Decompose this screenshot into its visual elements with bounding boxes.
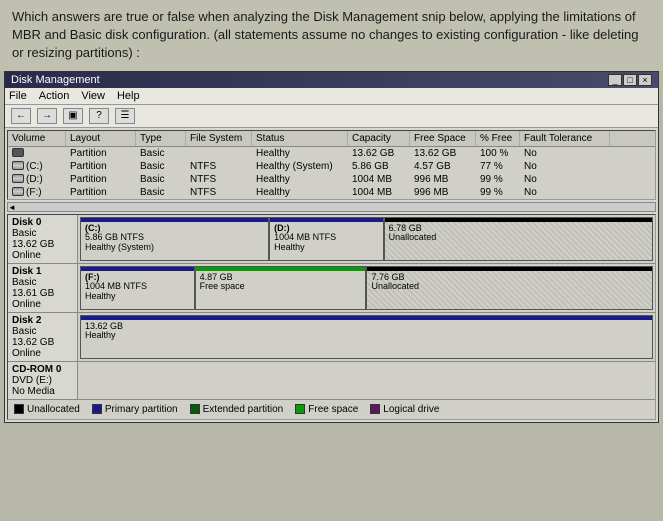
legend-primary: Primary partition	[105, 404, 178, 415]
col-filesystem[interactable]: File System	[186, 131, 252, 146]
minimize-button[interactable]: _	[608, 74, 622, 86]
disk-management-window: Disk Management _ □ × File Action View H…	[4, 71, 659, 423]
disk-label[interactable]: Disk 1Basic13.61 GBOnline	[8, 264, 78, 312]
disk-label[interactable]: Disk 0Basic13.62 GBOnline	[8, 215, 78, 263]
legend-extended-icon	[190, 404, 200, 414]
col-status[interactable]: Status	[252, 131, 348, 146]
volume-icon	[12, 187, 24, 196]
col-fault-tolerance[interactable]: Fault Tolerance	[520, 131, 610, 146]
partition[interactable]: (D:)1004 MB NTFSHealthy	[269, 217, 384, 261]
maximize-button[interactable]: □	[623, 74, 637, 86]
volume-row[interactable]: (F:)PartitionBasicNTFSHealthy1004 MB996 …	[8, 186, 655, 199]
col-volume[interactable]: Volume	[8, 131, 66, 146]
disk-map: (F:)1004 MB NTFSHealthy4.87 GBFree space…	[78, 264, 655, 312]
menubar: File Action View Help	[5, 88, 658, 105]
disk-row: Disk 2Basic13.62 GBOnline13.62 GBHealthy	[8, 313, 655, 362]
window-title: Disk Management	[11, 74, 100, 86]
menu-help[interactable]: Help	[117, 90, 140, 102]
legend-unallocated: Unallocated	[27, 404, 80, 415]
partition[interactable]: 13.62 GBHealthy	[80, 315, 653, 359]
toolbar: ← → ▣ ? ☰	[5, 105, 658, 128]
disk-row: Disk 0Basic13.62 GBOnline(C:)5.86 GB NTF…	[8, 215, 655, 264]
volume-row[interactable]: (C:)PartitionBasicNTFSHealthy (System)5.…	[8, 160, 655, 173]
volume-row[interactable]: (D:)PartitionBasicNTFSHealthy1004 MB996 …	[8, 173, 655, 186]
col-layout[interactable]: Layout	[66, 131, 136, 146]
back-button[interactable]: ←	[11, 108, 31, 124]
question-text: Which answers are true or false when ana…	[0, 0, 663, 71]
close-button[interactable]: ×	[638, 74, 652, 86]
toolbar-button-1[interactable]: ▣	[63, 108, 83, 124]
col-capacity[interactable]: Capacity	[348, 131, 410, 146]
volume-icon	[12, 148, 24, 157]
toolbar-button-2[interactable]: ?	[89, 108, 109, 124]
menu-file[interactable]: File	[9, 90, 27, 102]
partition[interactable]: (C:)5.86 GB NTFSHealthy (System)	[80, 217, 269, 261]
disk-label[interactable]: Disk 2Basic13.62 GBOnline	[8, 313, 78, 361]
legend-free-icon	[295, 404, 305, 414]
disk-label[interactable]: CD-ROM 0DVD (E:)No Media	[8, 362, 78, 399]
forward-button[interactable]: →	[37, 108, 57, 124]
volume-icon	[12, 174, 24, 183]
disk-row: CD-ROM 0DVD (E:)No Media	[8, 362, 655, 400]
horizontal-scrollbar[interactable]	[7, 202, 656, 212]
disk-graphical-view: Disk 0Basic13.62 GBOnline(C:)5.86 GB NTF…	[7, 214, 656, 420]
partition[interactable]: 4.87 GBFree space	[195, 266, 367, 310]
menu-view[interactable]: View	[81, 90, 105, 102]
legend-free: Free space	[308, 404, 358, 415]
col-percent-free[interactable]: % Free	[476, 131, 520, 146]
disk-map: (C:)5.86 GB NTFSHealthy (System)(D:)1004…	[78, 215, 655, 263]
disk-map: 13.62 GBHealthy	[78, 313, 655, 361]
col-type[interactable]: Type	[136, 131, 186, 146]
partition[interactable]: (F:)1004 MB NTFSHealthy	[80, 266, 195, 310]
partition[interactable]: 6.78 GBUnallocated	[384, 217, 653, 261]
volume-list: Volume Layout Type File System Status Ca…	[7, 130, 656, 200]
volume-icon	[12, 161, 24, 170]
legend: Unallocated Primary partition Extended p…	[8, 400, 655, 419]
col-free-space[interactable]: Free Space	[410, 131, 476, 146]
volume-list-header: Volume Layout Type File System Status Ca…	[8, 131, 655, 147]
toolbar-button-3[interactable]: ☰	[115, 108, 135, 124]
legend-logical-icon	[370, 404, 380, 414]
legend-primary-icon	[92, 404, 102, 414]
partition[interactable]: 7.76 GBUnallocated	[366, 266, 653, 310]
disk-row: Disk 1Basic13.61 GBOnline(F:)1004 MB NTF…	[8, 264, 655, 313]
legend-unallocated-icon	[14, 404, 24, 414]
disk-map	[78, 362, 655, 399]
volume-row[interactable]: PartitionBasicHealthy13.62 GB13.62 GB100…	[8, 147, 655, 160]
legend-logical: Logical drive	[383, 404, 439, 415]
titlebar: Disk Management _ □ ×	[5, 72, 658, 88]
menu-action[interactable]: Action	[39, 90, 70, 102]
legend-extended: Extended partition	[203, 404, 284, 415]
